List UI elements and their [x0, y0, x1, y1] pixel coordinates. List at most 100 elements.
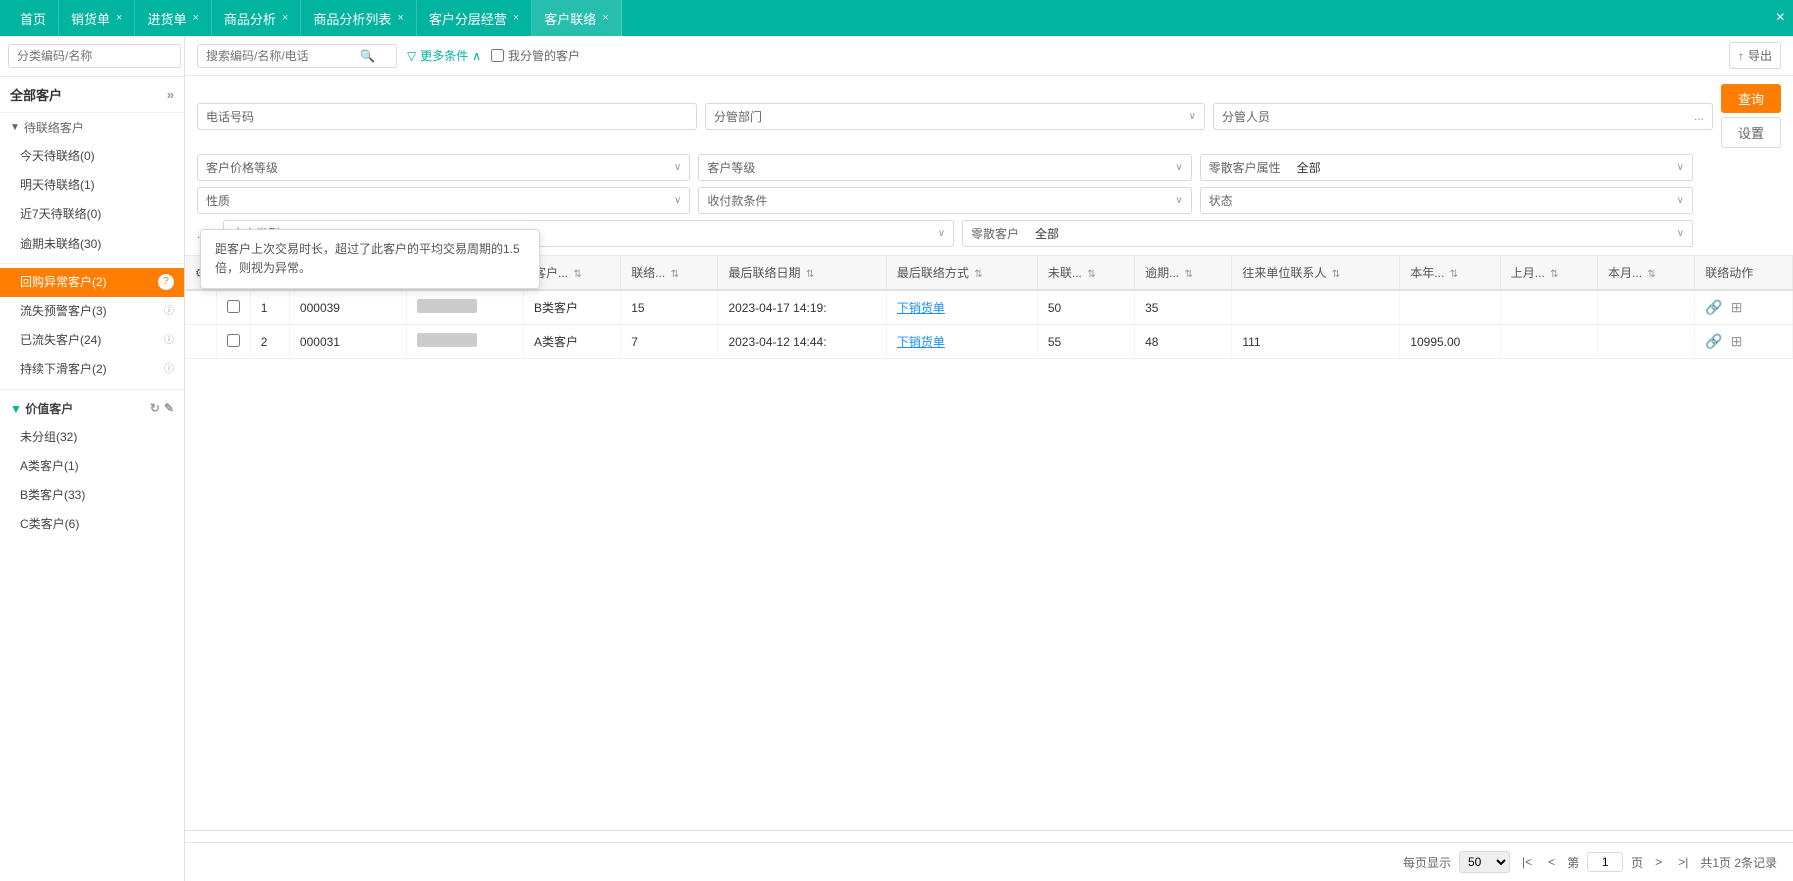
td-last-way-2[interactable]: 下销货单 [886, 325, 1037, 359]
sidebar-item-ungroup[interactable]: 未分组(32) [0, 423, 184, 452]
td-year-1 [1400, 290, 1501, 325]
content-area: 🔍 ▽ 更多条件 ∧ 我分管的客户 ↑ 导出 电话号码 [185, 36, 1793, 881]
sort-icon-level: ⇅ [573, 269, 581, 280]
td-unit-2: 111 [1232, 325, 1400, 359]
action-grid-icon-1[interactable]: ⊞ [1731, 299, 1743, 316]
search-icon[interactable]: 🔍 [360, 49, 375, 63]
action-link-icon-2[interactable]: 🔗 [1705, 333, 1722, 350]
last-page-btn[interactable]: >| [1674, 853, 1692, 871]
th-last-month[interactable]: 上月... ⇅ [1500, 256, 1597, 290]
sidebar-item-declining[interactable]: 持续下滑客户(2) ⓘ [0, 355, 184, 384]
filter-retail-attr[interactable]: 零散客户属性 全部 ∨ [1200, 154, 1693, 181]
sidebar-item-churned[interactable]: 已流失客户(24) ⓘ [0, 326, 184, 355]
td-name-2 [406, 325, 523, 359]
sidebar-section-waiting-title[interactable]: ▼ 待联络客户 [0, 113, 184, 142]
tab-sales[interactable]: 销货单 × [59, 0, 135, 36]
my-customers-checkbox[interactable] [491, 49, 504, 62]
more-filters-button[interactable]: ▽ 更多条件 ∧ [407, 47, 481, 64]
td-index-1: 1 [250, 290, 289, 325]
sidebar-collapse-btn[interactable]: » [167, 87, 174, 102]
tab-customer-contact-close[interactable]: × [602, 12, 608, 24]
td-month-1 [1598, 290, 1695, 325]
per-page-select[interactable]: 50 20 100 [1459, 851, 1510, 873]
th-this-month[interactable]: 本月... ⇅ [1598, 256, 1695, 290]
sidebar-item-class-c[interactable]: C类客户(6) [0, 510, 184, 539]
sidebar-item-today[interactable]: 今天待联络(0) [0, 142, 184, 171]
tab-analysis-list-close[interactable]: × [397, 12, 403, 24]
table-area: ⚙ 客户编码 ⇅ 客户名称 ⇅ [185, 256, 1793, 830]
sidebar-item-class-a[interactable]: A类客户(1) [0, 452, 184, 481]
td-level-1: B类客户 [523, 290, 620, 325]
chevron-down-icon-2: ∨ [674, 162, 681, 173]
th-last-contact-way[interactable]: 最后联络方式 ⇅ [886, 256, 1037, 290]
th-contact[interactable]: 联络... ⇅ [621, 256, 718, 290]
tab-analysis-close[interactable]: × [282, 12, 288, 24]
chevron-down-icon-3: ∨ [1175, 162, 1182, 173]
page-input[interactable] [1587, 852, 1623, 872]
filter-status[interactable]: 状态 ∨ [1200, 187, 1693, 214]
action-link-icon-1[interactable]: 🔗 [1705, 299, 1722, 316]
td-last-way-1[interactable]: 下销货单 [886, 290, 1037, 325]
tab-analysis[interactable]: 商品分析 × [212, 0, 301, 36]
sort-icon-overdue: ⇅ [1184, 269, 1192, 280]
filter-gender[interactable]: 性质 ∨ [197, 187, 690, 214]
tab-customer-seg-close[interactable]: × [513, 12, 519, 24]
query-button[interactable]: 查询 [1721, 84, 1781, 113]
first-page-btn[interactable]: |< [1518, 853, 1536, 871]
tab-purchase[interactable]: 进货单 × [135, 0, 211, 36]
tab-home[interactable]: 首页 [8, 0, 59, 36]
tab-customer-contact[interactable]: 客户联络 × [532, 0, 621, 36]
settings-button[interactable]: 设置 [1721, 117, 1781, 148]
sidebar: 🔍 全部客户 » ▼ 待联络客户 今天待联络(0) 明天待联络(1) 近7天待联… [0, 36, 185, 881]
tab-analysis-list[interactable]: 商品分析列表 × [301, 0, 416, 36]
edit-icon[interactable]: ✎ [164, 401, 174, 415]
advanced-filters: 电话号码 分管部门 ∨ 分管人员 ... 查询 设置 客户价格等级 [185, 76, 1793, 256]
sidebar-item-7days[interactable]: 近7天待联络(0) [0, 200, 184, 229]
next-page-btn[interactable]: > [1651, 853, 1666, 871]
refresh-icon[interactable]: ↻ [150, 401, 160, 415]
filter-dept[interactable]: 分管部门 ∨ [705, 103, 1205, 130]
window-close-button[interactable]: × [1776, 0, 1785, 36]
sidebar-item-repurchase-abnormal[interactable]: 回购异常客户(2) ? [0, 268, 184, 297]
td-contact-1: 15 [621, 290, 718, 325]
blurred-name-1 [417, 299, 477, 313]
my-customers-checkbox-area: 我分管的客户 [491, 47, 580, 64]
sidebar-section-waiting: ▼ 待联络客户 今天待联络(0) 明天待联络(1) 近7天待联络(0) 逾期未联… [0, 113, 184, 259]
th-last-contact-date[interactable]: 最后联络日期 ⇅ [718, 256, 886, 290]
th-this-year[interactable]: 本年... ⇅ [1400, 256, 1501, 290]
td-lmonth-2 [1500, 325, 1597, 359]
filter-retail-customer[interactable]: 零散客户 全部 ∨ [962, 220, 1693, 247]
sidebar-item-class-b[interactable]: B类客户(33) [0, 481, 184, 510]
filter-price-level[interactable]: 客户价格等级 ∨ [197, 154, 690, 181]
tooltip-box: 距客户上次交易时长，超过了此客户的平均交易周期的1.5倍，则视为异常。 [200, 229, 540, 289]
sidebar-item-tomorrow[interactable]: 明天待联络(1) [0, 171, 184, 200]
sidebar-item-churn-warning[interactable]: 流失预警客户(3) ⓘ [0, 297, 184, 326]
action-grid-icon-2[interactable]: ⊞ [1731, 333, 1743, 350]
sidebar-all-customers[interactable]: 全部客户 » [0, 77, 184, 113]
sort-icon-way: ⇅ [974, 269, 982, 280]
td-lmonth-1 [1500, 290, 1597, 325]
prev-page-btn[interactable]: < [1544, 853, 1559, 871]
row-checkbox-2[interactable] [227, 334, 240, 347]
dots-icon[interactable]: ... [1694, 109, 1704, 123]
filter-phone[interactable]: 电话号码 [197, 103, 697, 130]
tab-customer-seg[interactable]: 客户分层经营 × [417, 0, 532, 36]
sidebar-search-input[interactable] [8, 44, 181, 68]
chevron-down-icon-9: ∨ [1677, 228, 1684, 239]
sidebar-item-overdue[interactable]: 逾期未联络(30) [0, 230, 184, 259]
row-checkbox-1[interactable] [227, 300, 240, 313]
export-button[interactable]: ↑ 导出 [1729, 42, 1781, 69]
pagination: 每页显示 50 20 100 |< < 第 页 > >| 共1页 2条记录 [185, 842, 1793, 881]
horizontal-scrollbar[interactable] [185, 830, 1793, 842]
tab-purchase-close[interactable]: × [192, 12, 198, 24]
search-input[interactable] [206, 49, 356, 63]
th-unit-contact[interactable]: 往来单位联系人 ⇅ [1232, 256, 1400, 290]
filter-manager[interactable]: 分管人员 ... [1213, 103, 1713, 130]
search-box: 🔍 [197, 44, 397, 68]
main-container: 🔍 全部客户 » ▼ 待联络客户 今天待联络(0) 明天待联络(1) 近7天待联… [0, 36, 1793, 881]
th-unread[interactable]: 未联... ⇅ [1037, 256, 1134, 290]
th-overdue[interactable]: 逾期... ⇅ [1135, 256, 1232, 290]
filter-customer-level[interactable]: 客户等级 ∨ [698, 154, 1191, 181]
filter-payment[interactable]: 收付款条件 ∨ [698, 187, 1191, 214]
tab-sales-close[interactable]: × [116, 12, 122, 24]
